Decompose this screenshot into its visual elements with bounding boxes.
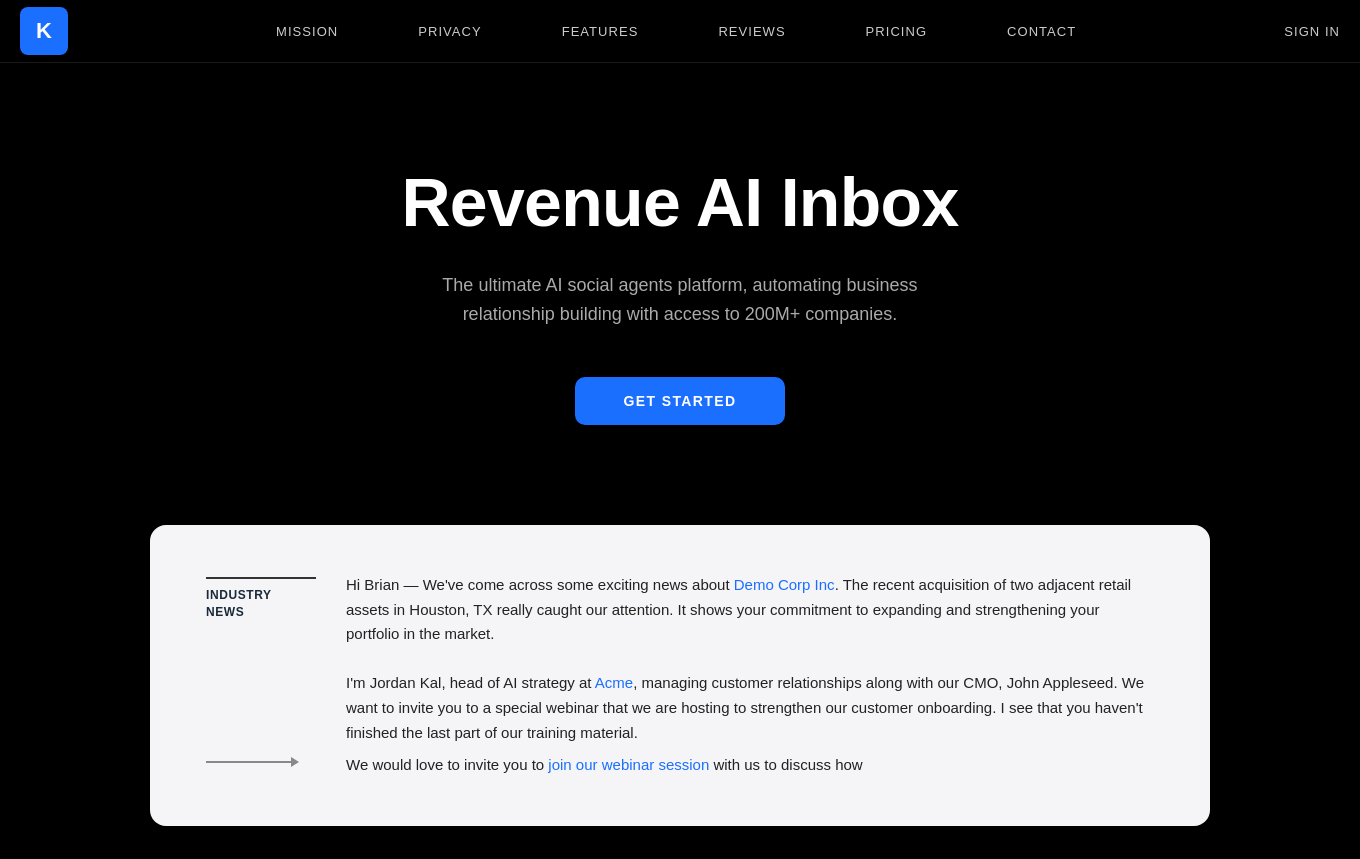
hero-subtitle: The ultimate AI social agents platform, … — [440, 271, 920, 329]
nav-contact[interactable]: CONTACT — [967, 24, 1116, 39]
get-started-button[interactable]: GET STARTED — [575, 377, 784, 425]
nav-links: MISSION PRIVACY FEATURES REVIEWS PRICING… — [68, 24, 1284, 39]
hero-section: Revenue AI Inbox The ultimate AI social … — [0, 63, 1360, 485]
tag-line-1 — [206, 577, 316, 579]
card-paragraph-1: Hi Brian — We've come across some exciti… — [346, 573, 1154, 647]
navbar: K MISSION PRIVACY FEATURES REVIEWS PRICI… — [0, 0, 1360, 63]
acme-link[interactable]: Acme — [595, 674, 633, 691]
card-row-1: INDUSTRYNEWS Hi Brian — We've come acros… — [206, 573, 1154, 746]
logo[interactable]: K — [20, 7, 68, 55]
card-tag-col-2 — [206, 753, 346, 767]
card-paragraph-2: I'm Jordan Kal, head of AI strategy at A… — [346, 671, 1154, 745]
para1-pre: Hi Brian — We've come across some exciti… — [346, 576, 734, 593]
para3-pre: We would love to invite you to — [346, 756, 548, 773]
nav-privacy[interactable]: PRIVACY — [378, 24, 521, 39]
card-para-1-content: Hi Brian — We've come across some exciti… — [346, 573, 1154, 746]
email-card: INDUSTRYNEWS Hi Brian — We've come acros… — [150, 525, 1210, 826]
nav-reviews[interactable]: REVIEWS — [678, 24, 825, 39]
divider-arrowhead — [291, 757, 299, 767]
para3-post: with us to discuss how — [709, 756, 862, 773]
card-tag-col-1: INDUSTRYNEWS — [206, 573, 346, 621]
nav-mission[interactable]: MISSION — [236, 24, 378, 39]
nav-pricing[interactable]: PRICING — [826, 24, 967, 39]
para2-pre: I'm Jordan Kal, head of AI strategy at — [346, 674, 595, 691]
divider-line — [206, 761, 291, 763]
webinar-link[interactable]: join our webinar session — [548, 756, 709, 773]
email-card-section: INDUSTRYNEWS Hi Brian — We've come acros… — [0, 485, 1360, 826]
nav-features[interactable]: FEATURES — [522, 24, 679, 39]
hero-title: Revenue AI Inbox — [401, 163, 958, 241]
industry-news-tag: INDUSTRYNEWS — [206, 587, 346, 621]
card-row-2: We would love to invite you to join our … — [206, 753, 1154, 778]
nav-signin[interactable]: SIGN IN — [1284, 24, 1340, 39]
divider-arrow — [206, 757, 346, 767]
demo-corp-link[interactable]: Demo Corp Inc — [734, 576, 835, 593]
card-paragraph-3: We would love to invite you to join our … — [346, 753, 1154, 778]
